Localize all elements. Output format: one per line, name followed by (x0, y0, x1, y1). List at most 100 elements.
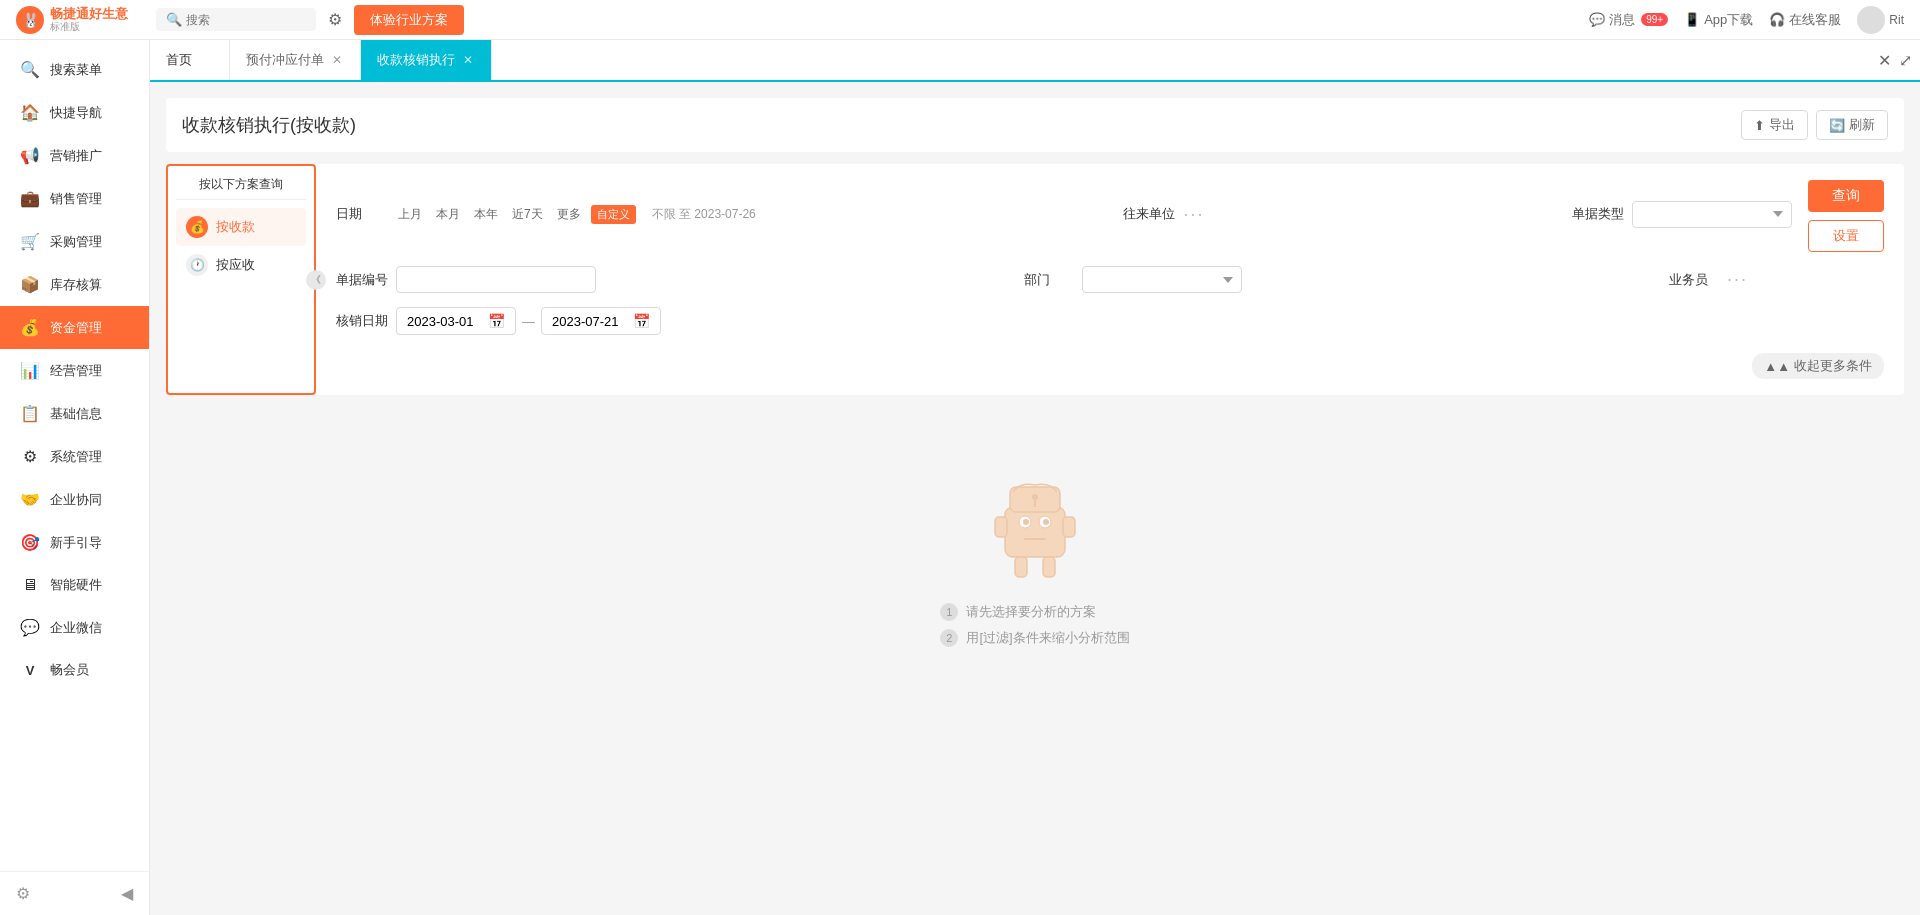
refresh-icon: 🔄 (1829, 118, 1845, 133)
collapse-panel-btn[interactable]: 《 (306, 270, 326, 290)
tab-prepay-close[interactable]: ✕ (330, 51, 344, 69)
department-label: 部门 (1024, 271, 1074, 289)
query-type-panel: 按以下方案查询 💰 按收款 🕐 按应收 《 (166, 164, 316, 395)
sidebar-label-finance: 资金管理 (50, 319, 102, 337)
settings-button[interactable]: 设置 (1808, 220, 1884, 252)
brand-logo: 🐰 (16, 6, 44, 34)
sidebar-item-sales[interactable]: 💼 销售管理 (0, 177, 149, 220)
verify-date-end-input[interactable]: 2023-07-21 📅 (541, 307, 661, 335)
collapse-more-button[interactable]: ▲▲ 收起更多条件 (1752, 353, 1884, 379)
sidebar-label-guide: 新手引导 (50, 534, 102, 552)
close-tab-icon[interactable]: ✕ (1878, 51, 1891, 70)
purchase-icon: 🛒 (20, 232, 40, 251)
counterpart-dots[interactable]: ··· (1183, 204, 1204, 225)
tab-receipt-verify-close[interactable]: ✕ (461, 51, 475, 69)
messages-btn[interactable]: 💬 消息 99+ (1589, 11, 1668, 29)
sidebar-item-member[interactable]: V 畅会员 (0, 649, 149, 691)
staff-label: 业务员 (1669, 271, 1719, 289)
sidebar-label-search: 搜索菜单 (50, 61, 102, 79)
topbar-left: 🐰 畅捷通好生意 标准版 🔍 ⚙ 体验行业方案 (16, 5, 1589, 35)
settings-bottom-icon[interactable]: ⚙ (16, 884, 30, 903)
search-input[interactable] (186, 13, 306, 27)
search-bar[interactable]: 🔍 (156, 8, 316, 31)
sidebar-item-hardware[interactable]: 🖥 智能硬件 (0, 564, 149, 606)
online-service-label: 在线客服 (1789, 11, 1841, 29)
date-last-month[interactable]: 上月 (394, 204, 426, 225)
tab-bar: 首页 预付冲应付单 ✕ 收款核销执行 ✕ ✕ ⤢ (150, 40, 1920, 82)
sidebar-item-inventory[interactable]: 📦 库存核算 (0, 263, 149, 306)
filter-row-2: 单据编号 部门 业务员 ··· (336, 266, 1884, 293)
svg-point-9 (1043, 519, 1049, 525)
step-2-num: 2 (940, 629, 958, 647)
verify-date-start-input[interactable]: 2023-03-01 📅 (396, 307, 516, 335)
solution-button[interactable]: 体验行业方案 (354, 5, 464, 35)
hardware-icon: 🖥 (20, 576, 40, 594)
tab-prepay[interactable]: 预付冲应付单 ✕ (230, 40, 361, 80)
export-button[interactable]: ⬆ 导出 (1741, 110, 1808, 140)
department-select[interactable] (1082, 266, 1242, 293)
query-type-by-receipt[interactable]: 💰 按收款 (176, 208, 306, 246)
collapse-more-label: 收起更多条件 (1794, 357, 1872, 375)
sidebar-label-enterprise: 企业协同 (50, 491, 102, 509)
sidebar-label-hardware: 智能硬件 (50, 576, 102, 594)
svg-rect-4 (1043, 557, 1055, 577)
collapse-up-icon: ▲▲ (1764, 359, 1790, 374)
online-service-btn[interactable]: 🎧 在线客服 (1769, 11, 1841, 29)
svg-rect-1 (995, 517, 1007, 537)
sidebar-item-purchase[interactable]: 🛒 采购管理 (0, 220, 149, 263)
collapse-sidebar-icon[interactable]: ◀ (121, 884, 133, 903)
member-icon: V (20, 663, 40, 678)
date-custom[interactable]: 自定义 (591, 205, 636, 224)
doc-number-input[interactable] (396, 266, 596, 293)
app-download-btn[interactable]: 📱 App下载 (1684, 11, 1753, 29)
date-more[interactable]: 更多 (553, 204, 585, 225)
department-filter: 部门 (1024, 266, 1242, 293)
date-group: 上月 本月 本年 近7天 更多 自定义 (394, 204, 636, 225)
user-area[interactable]: Rit (1857, 6, 1904, 34)
tab-home[interactable]: 首页 (150, 40, 230, 80)
sidebar-item-quicknav[interactable]: 🏠 快捷导航 (0, 91, 149, 134)
query-type-by-receivable[interactable]: 🕐 按应收 (176, 246, 306, 284)
tab-home-label: 首页 (166, 51, 192, 69)
refresh-button[interactable]: 🔄 刷新 (1816, 110, 1888, 140)
sidebar-item-basic-info[interactable]: 📋 基础信息 (0, 392, 149, 435)
refresh-label: 刷新 (1849, 116, 1875, 134)
date-no-limit: 不限 至 2023-07-26 (652, 206, 756, 223)
step-1-num: 1 (940, 603, 958, 621)
tab-receipt-verify[interactable]: 收款核销执行 ✕ (361, 40, 492, 80)
brand-sublabel: 标准版 (50, 21, 128, 33)
receivable-icon: 🕐 (186, 254, 208, 276)
service-icon: 🎧 (1769, 12, 1785, 27)
topbar: 🐰 畅捷通好生意 标准版 🔍 ⚙ 体验行业方案 💬 消息 99+ 📱 App下载… (0, 0, 1920, 40)
sidebar-item-operations[interactable]: 📊 经营管理 (0, 349, 149, 392)
page-content: 收款核销执行(按收款) ⬆ 导出 🔄 刷新 按以下方案查询 (150, 82, 1920, 915)
query-button[interactable]: 查询 (1808, 180, 1884, 212)
sidebar-item-system[interactable]: ⚙ 系统管理 (0, 435, 149, 478)
date-this-year[interactable]: 本年 (470, 204, 502, 225)
doc-type-select[interactable] (1632, 201, 1792, 228)
sidebar-label-sales: 销售管理 (50, 190, 102, 208)
sidebar-item-wechat[interactable]: 💬 企业微信 (0, 606, 149, 649)
marketing-icon: 📢 (20, 146, 40, 165)
brand-name: 畅捷通好生意 (50, 6, 128, 22)
sidebar-item-guide[interactable]: 🎯 新手引导 (0, 521, 149, 564)
sidebar-label-basic-info: 基础信息 (50, 405, 102, 423)
expand-tab-icon[interactable]: ⤢ (1899, 51, 1912, 70)
sidebar-item-finance[interactable]: 💰 资金管理 (0, 306, 149, 349)
topbar-right: 💬 消息 99+ 📱 App下载 🎧 在线客服 Rit (1589, 6, 1904, 34)
sidebar-item-search[interactable]: 🔍 搜索菜单 (0, 48, 149, 91)
doc-type-label: 单据类型 (1572, 205, 1624, 223)
verify-date-end-value: 2023-07-21 (552, 314, 619, 329)
sidebar-item-marketing[interactable]: 📢 营销推广 (0, 134, 149, 177)
empty-step-2: 2 用[过滤]条件来缩小分析范围 (940, 629, 1129, 647)
enterprise-icon: 🤝 (20, 490, 40, 509)
guide-icon: 🎯 (20, 533, 40, 552)
date-this-month[interactable]: 本月 (432, 204, 464, 225)
empty-illustration (975, 467, 1095, 587)
date-7days[interactable]: 近7天 (508, 204, 547, 225)
gear-icon[interactable]: ⚙ (324, 6, 346, 33)
sidebar-item-enterprise[interactable]: 🤝 企业协同 (0, 478, 149, 521)
staff-filter: 业务员 ··· (1669, 269, 1748, 290)
svg-rect-2 (1063, 517, 1075, 537)
staff-dots[interactable]: ··· (1727, 269, 1748, 290)
